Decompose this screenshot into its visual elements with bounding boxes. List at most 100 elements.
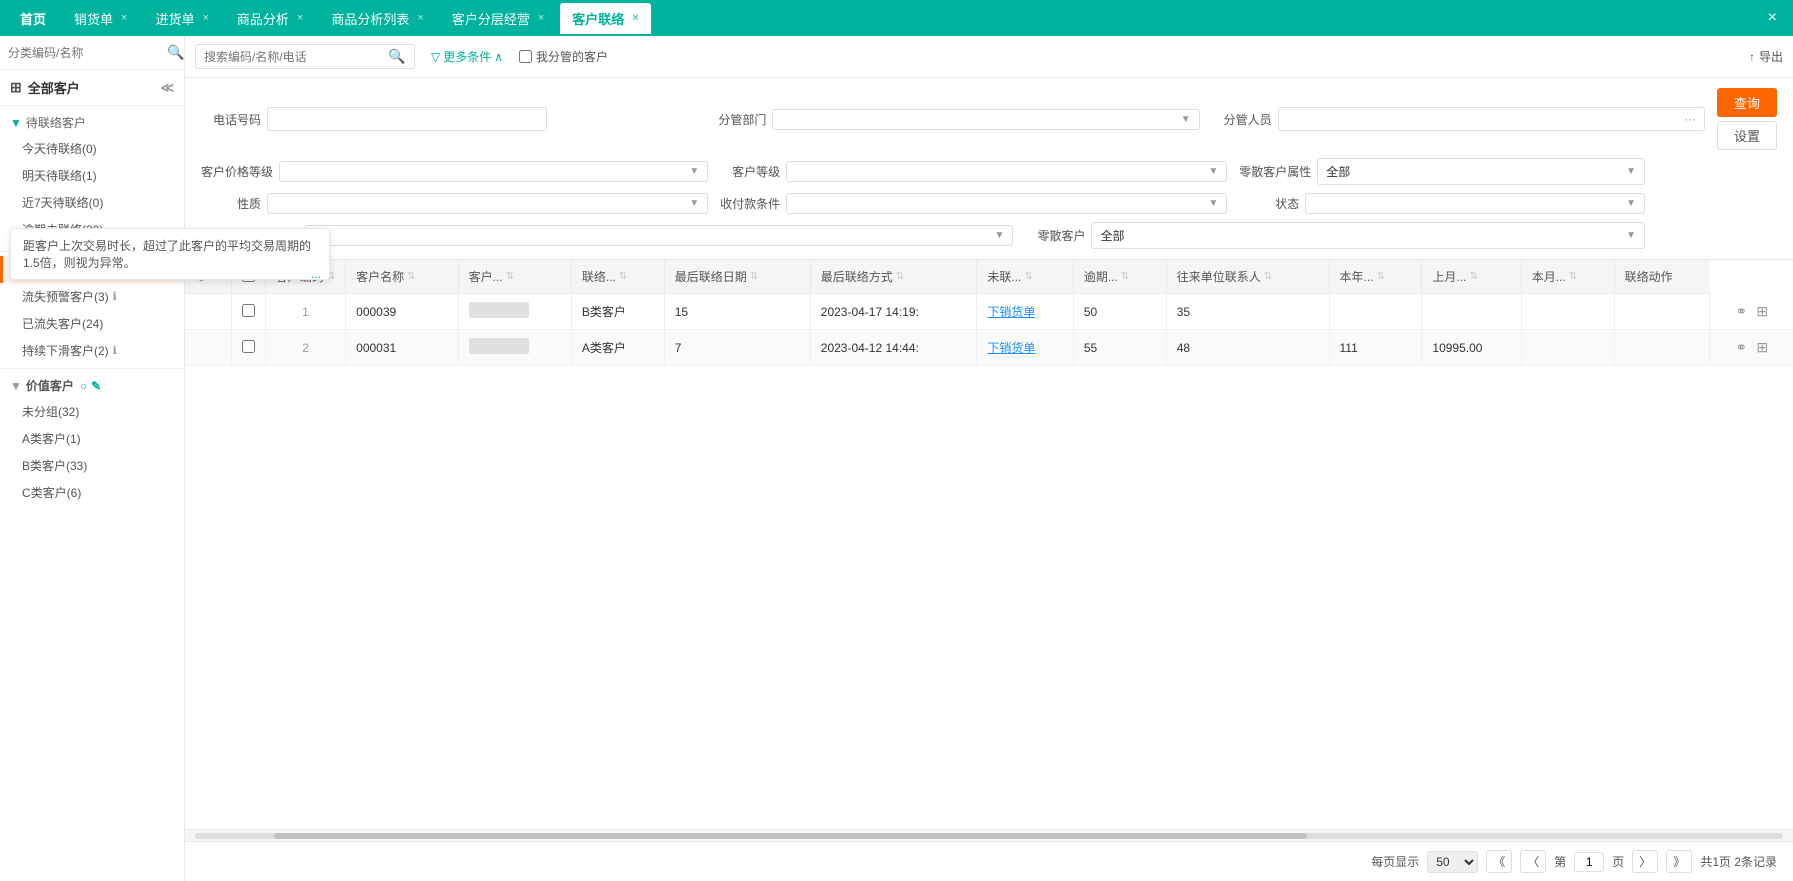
sidebar-item-class-c[interactable]: C类客户(6) xyxy=(0,479,184,506)
sidebar-search-icon[interactable]: 🔍 xyxy=(167,44,184,61)
filter-retail-customer-select[interactable]: 全部 ▼ xyxy=(1091,222,1645,249)
sidebar-item-tomorrow[interactable]: 明天待联络(1) xyxy=(0,162,184,189)
prev-page-btn[interactable]: 〈 xyxy=(1520,850,1546,873)
close-analysis-list-icon[interactable]: × xyxy=(417,12,423,24)
filter-branch-person-select[interactable]: ··· xyxy=(1278,107,1705,131)
nav-analysis[interactable]: 商品分析 × xyxy=(225,3,315,34)
query-button[interactable]: 查询 xyxy=(1717,88,1777,117)
sidebar-item-today[interactable]: 今天待联络(0) xyxy=(0,135,184,162)
col-contact-count-header[interactable]: 联络... ⇅ xyxy=(571,260,664,294)
close-purchase-icon[interactable]: × xyxy=(202,12,208,24)
sidebar-group-title-waiting[interactable]: ▼ 待联络客户 xyxy=(0,110,184,135)
nav-customer-contact[interactable]: 客户联络 × xyxy=(560,3,650,34)
page-input[interactable] xyxy=(1574,852,1604,872)
row2-last-contact-method[interactable]: 下销货单 xyxy=(977,330,1074,366)
nav-purchase[interactable]: 进货单 × xyxy=(143,3,220,34)
export-button[interactable]: ↑ 导出 xyxy=(1749,48,1783,65)
edit-value-icon[interactable]: ○ xyxy=(80,379,87,393)
nav-sales[interactable]: 销货单 × xyxy=(62,3,139,34)
row2-checkbox[interactable] xyxy=(231,330,265,366)
sidebar-group-waiting: ▼ 待联络客户 今天待联络(0) 明天待联络(1) 近7天待联络(0) 逾期未联… xyxy=(0,106,184,247)
filter-more-btn[interactable]: ▽ 更多条件 ∧ xyxy=(423,44,511,69)
sidebar-item-churned[interactable]: 已流失客户(24) xyxy=(0,310,184,337)
filter-icon: ▽ xyxy=(431,50,440,64)
sidebar-all-customers[interactable]: ⊞ 全部客户 ≪ xyxy=(0,70,184,106)
filter-phone: 电话号码 xyxy=(201,107,694,131)
filter-gender-select[interactable]: ▼ xyxy=(267,193,708,214)
filter-phone-input[interactable] xyxy=(267,107,547,131)
sidebar-collapse-icon[interactable]: ≪ xyxy=(160,80,174,96)
my-customers-checkbox-label[interactable]: 我分管的客户 xyxy=(519,48,608,65)
row1-name-blur xyxy=(469,302,529,318)
chevron-down-icon7: ▼ xyxy=(1626,198,1636,209)
row1-actions: ⚭ ⊞ xyxy=(1710,294,1793,330)
row1-customer-type: B类客户 xyxy=(571,294,664,330)
sidebar-item-churn-warning[interactable]: 流失预警客户(3) ℹ xyxy=(0,283,184,310)
first-page-btn[interactable]: 《 xyxy=(1486,850,1512,873)
scroll-track[interactable] xyxy=(195,833,1783,839)
col-unread-header[interactable]: 未联... ⇅ xyxy=(977,260,1074,294)
col-overdue-header[interactable]: 逾期... ⇅ xyxy=(1073,260,1166,294)
filter-actions: 查询 设置 xyxy=(1717,88,1777,150)
scroll-thumb[interactable] xyxy=(274,833,1306,839)
sidebar-group-title-value[interactable]: ▼ 价值客户 ○ ✎ xyxy=(0,373,184,398)
arrow-down-icon: ▼ xyxy=(10,116,22,130)
filter-branch-dept-select[interactable]: ▼ xyxy=(772,109,1199,130)
tooltip-popup: 距客户上次交易时长，超过了此客户的平均交易周期的1.5倍，则视为异常。 xyxy=(10,228,184,280)
last-page-btn[interactable]: 》 xyxy=(1666,850,1692,873)
sidebar-search-input[interactable] xyxy=(8,46,163,60)
page-size-select[interactable]: 50 100 200 xyxy=(1427,851,1478,873)
sidebar-item-ungrouped[interactable]: 未分组(32) xyxy=(0,398,184,425)
filter-payment-select[interactable]: ▼ xyxy=(786,193,1227,214)
close-segment-icon[interactable]: × xyxy=(538,12,544,24)
close-analysis-icon[interactable]: × xyxy=(297,12,303,24)
table-scroll-bar[interactable] xyxy=(185,829,1793,841)
col-last-contact-date-header[interactable]: 最后联络日期 ⇅ xyxy=(664,260,810,294)
nav-analysis-list[interactable]: 商品分析列表 × xyxy=(319,3,435,34)
col-this-month-header[interactable]: 本月... ⇅ xyxy=(1521,260,1614,294)
chevron-down-icon2: ▼ xyxy=(689,166,699,177)
close-contact-icon[interactable]: × xyxy=(632,12,638,24)
col-customer-type-header[interactable]: 客户... ⇅ xyxy=(458,260,571,294)
toolbar-search-input[interactable] xyxy=(204,50,384,64)
filter-customer-type-select[interactable]: ▼ xyxy=(305,225,1013,246)
sidebar-item-class-a[interactable]: A类客户(1) xyxy=(0,425,184,452)
filter-retail-attr-select[interactable]: 全部 ▼ xyxy=(1317,158,1645,185)
setting-button[interactable]: 设置 xyxy=(1717,121,1777,150)
window-close-button[interactable]: × xyxy=(1760,9,1785,27)
table-footer: 每页显示 50 100 200 《 〈 第 页 〉 》 共1页 2条记录 xyxy=(185,841,1793,881)
row1-last-contact-method[interactable]: 下销货单 xyxy=(977,294,1074,330)
col-last-month-header[interactable]: 上月... ⇅ xyxy=(1422,260,1521,294)
col-last-contact-method-header[interactable]: 最后联络方式 ⇅ xyxy=(810,260,977,294)
col-company-contact-header[interactable]: 往来单位联系人 ⇅ xyxy=(1166,260,1329,294)
col-this-year-header[interactable]: 本年... ⇅ xyxy=(1329,260,1422,294)
row2-checkbox-input[interactable] xyxy=(242,340,255,353)
filter-price-level-select[interactable]: ▼ xyxy=(279,161,708,182)
col-customer-name-header[interactable]: 客户名称 ⇅ xyxy=(346,260,458,294)
sidebar-item-7days[interactable]: 近7天待联络(0) xyxy=(0,189,184,216)
filter-row-3: 性质 ▼ 收付款条件 ▼ 状态 xyxy=(201,193,1777,214)
close-sales-icon[interactable]: × xyxy=(121,12,127,24)
sort-year-icon: ⇅ xyxy=(1377,271,1385,282)
sidebar-item-declining[interactable]: 持续下滑客户(2) ℹ xyxy=(0,337,184,364)
row2-seq: 2 xyxy=(265,330,345,366)
filter-status-select[interactable]: ▼ xyxy=(1305,193,1645,214)
sidebar-item-class-b[interactable]: B类客户(33) xyxy=(0,452,184,479)
next-page-btn[interactable]: 〉 xyxy=(1632,850,1658,873)
row2-overdue: 48 xyxy=(1166,330,1329,366)
nav-customer-segment[interactable]: 客户分层经营 × xyxy=(440,3,556,34)
nav-home[interactable]: 首页 xyxy=(8,3,58,34)
row1-customer-name xyxy=(458,294,571,330)
toolbar-search-icon[interactable]: 🔍 xyxy=(388,48,405,65)
filter-row-4: ... 客户类型 ▼ 零散客户 全部 ▼ xyxy=(201,222,1777,249)
row2-grid-icon[interactable]: ⊞ xyxy=(1756,339,1768,355)
add-value-icon[interactable]: ✎ xyxy=(91,379,101,393)
row1-grid-icon[interactable]: ⊞ xyxy=(1756,303,1768,319)
my-customers-checkbox[interactable] xyxy=(519,50,532,63)
filter-customer-level-select[interactable]: ▼ xyxy=(786,161,1227,182)
row1-checkbox[interactable] xyxy=(231,294,265,330)
row1-link-icon[interactable]: ⚭ xyxy=(1735,303,1747,319)
row1-checkbox-input[interactable] xyxy=(242,304,255,317)
filter-status: 状态 ▼ xyxy=(1239,193,1645,214)
row2-link-icon[interactable]: ⚭ xyxy=(1735,339,1747,355)
